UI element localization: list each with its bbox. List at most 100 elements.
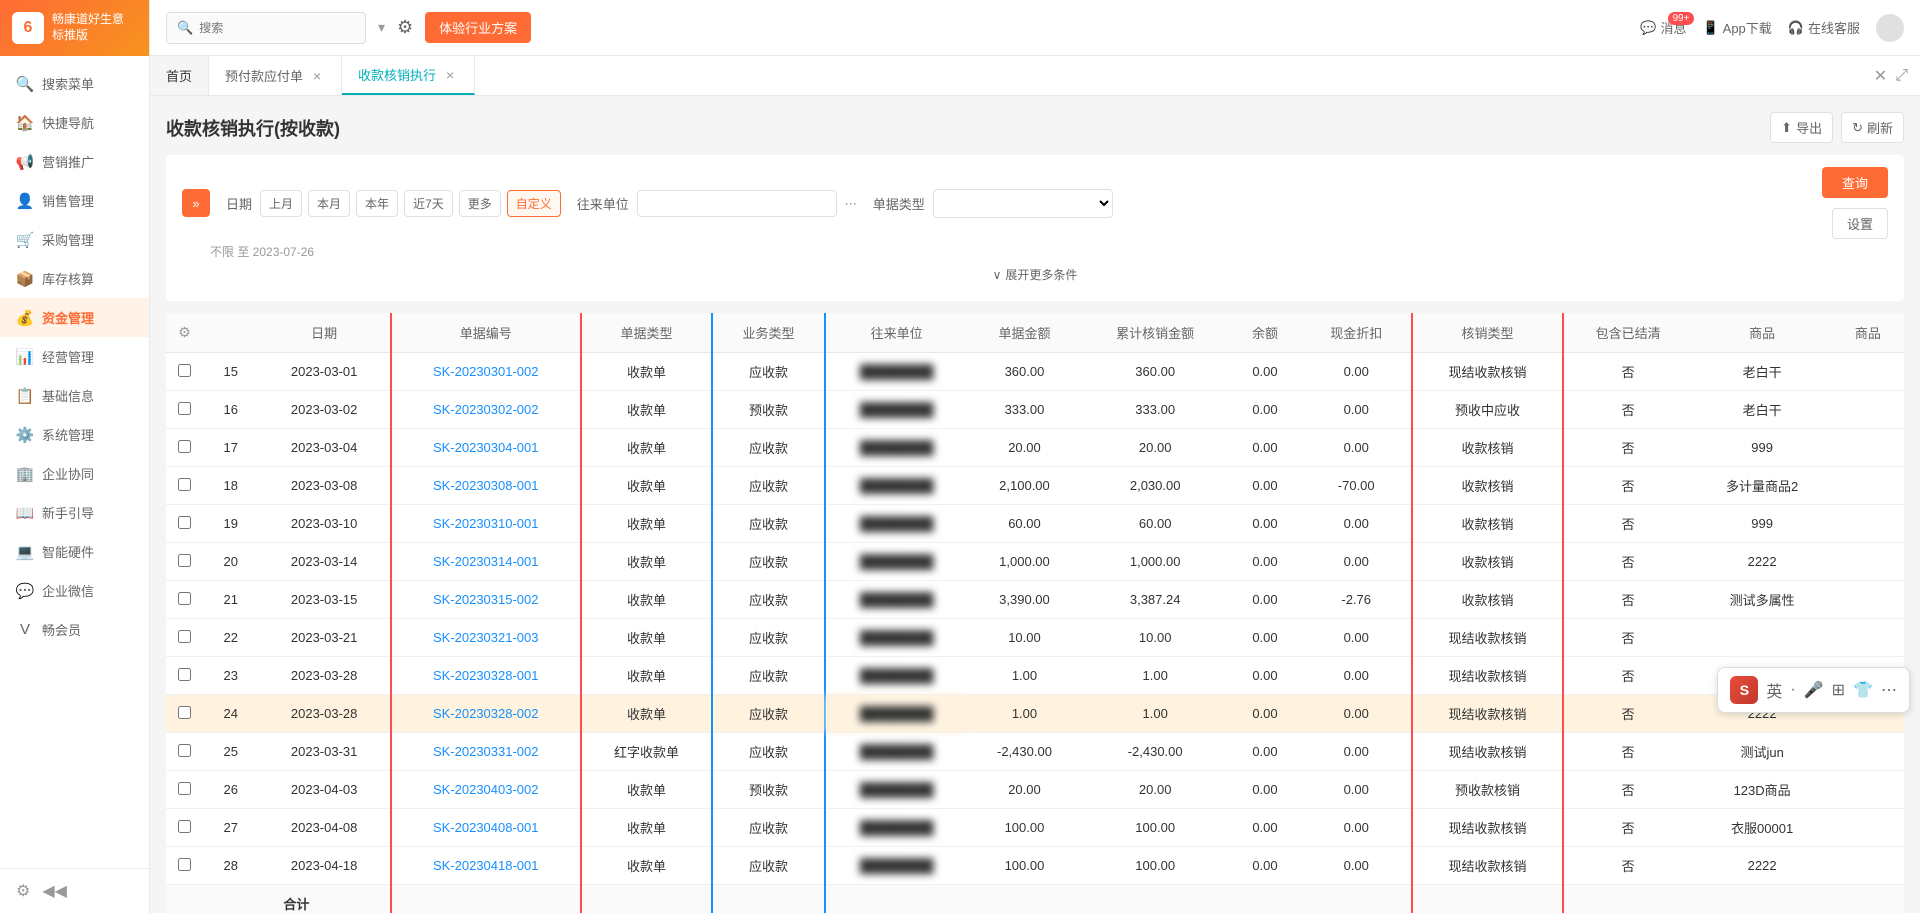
collapse-icon[interactable]: ◀◀ [42,881,67,901]
row-checkbox[interactable] [178,820,191,833]
th-bill-no[interactable]: 单据编号 [391,313,581,353]
tab-collection-close[interactable]: × [442,67,458,83]
bill-no-link[interactable]: SK-20230321-003 [433,630,539,645]
user-avatar[interactable] [1876,14,1904,42]
sidebar-item-quicknav[interactable]: 🏠 快捷导航 [0,103,149,142]
row-checkbox[interactable] [178,858,191,871]
th-settings[interactable]: ⚙ [166,313,203,353]
ime-grid-icon[interactable]: ⊞ [1832,680,1845,700]
search-input[interactable] [199,21,355,35]
sidebar-item-wechat[interactable]: 💬 企业微信 [0,571,149,610]
ime-dot-icon[interactable]: · [1790,681,1795,699]
notice-button[interactable]: 💬 消息 99+ [1640,18,1686,37]
tab-prepay[interactable]: 预付款应付单 × [209,56,342,95]
bill-no-link[interactable]: SK-20230408-001 [433,820,539,835]
tab-prepay-close[interactable]: × [309,68,325,84]
sidebar-item-finance[interactable]: 💰 资金管理 [0,298,149,337]
tab-close-all-icon[interactable]: ✕ [1874,66,1887,86]
row-checkbox[interactable] [178,668,191,681]
cell-checkbox[interactable] [166,733,203,771]
cell-checkbox[interactable] [166,353,203,391]
filter-expand-button[interactable]: » [182,189,210,217]
settings-button[interactable]: 设置 [1832,208,1888,239]
cell-checkbox[interactable] [166,543,203,581]
bill-no-link[interactable]: SK-20230314-001 [433,554,539,569]
cell-checkbox[interactable] [166,619,203,657]
ime-mic-icon[interactable]: 🎤 [1804,680,1824,700]
bill-no-link[interactable]: SK-20230331-002 [433,744,539,759]
settings-bottom-icon[interactable]: ⚙ [16,881,30,901]
th-cumulative-offset[interactable]: 累计核销金额 [1081,313,1228,353]
cell-checkbox[interactable] [166,467,203,505]
sidebar-item-inventory[interactable]: 📦 库存核算 [0,259,149,298]
bill-no-link[interactable]: SK-20230301-002 [433,364,539,379]
row-checkbox[interactable] [178,478,191,491]
row-checkbox[interactable] [178,364,191,377]
th-include-settled[interactable]: 包含已结清 [1563,313,1693,353]
sidebar-item-purchase[interactable]: 🛒 采购管理 [0,220,149,259]
cell-checkbox[interactable] [166,847,203,885]
column-settings-icon[interactable]: ⚙ [178,324,191,340]
th-biz-type[interactable]: 业务类型 [712,313,825,353]
tab-home[interactable]: 首页 [150,56,209,95]
th-product[interactable]: 商品 [1693,313,1832,353]
th-product2[interactable]: 商品 [1832,313,1904,353]
cell-checkbox[interactable] [166,391,203,429]
query-button[interactable]: 查询 [1822,167,1888,198]
bill-no-link[interactable]: SK-20230328-001 [433,668,539,683]
sidebar-item-system[interactable]: ⚙️ 系统管理 [0,415,149,454]
industry-solution-button[interactable]: 体验行业方案 [425,12,531,43]
row-checkbox[interactable] [178,554,191,567]
expand-more-conditions[interactable]: ∨ 展开更多条件 [182,260,1888,289]
filter-more-dots[interactable]: ··· [845,196,857,210]
app-download-button[interactable]: 📱 App下载 [1702,18,1771,37]
th-balance[interactable]: 余额 [1229,313,1301,353]
bill-no-link[interactable]: SK-20230310-001 [433,516,539,531]
filter-date-this-year[interactable]: 本年 [356,190,398,217]
search-chevron-icon[interactable]: ▾ [378,19,385,36]
cell-checkbox[interactable] [166,809,203,847]
bill-no-link[interactable]: SK-20230328-002 [433,706,539,721]
row-checkbox[interactable] [178,782,191,795]
row-checkbox[interactable] [178,706,191,719]
filter-date-last-month[interactable]: 上月 [260,190,302,217]
bill-no-link[interactable]: SK-20230304-001 [433,440,539,455]
bill-no-link[interactable]: SK-20230308-001 [433,478,539,493]
search-box[interactable]: 🔍 [166,12,366,44]
ime-more-icon[interactable]: ⋯ [1881,680,1897,700]
th-bill-type[interactable]: 单据类型 [581,313,712,353]
row-checkbox[interactable] [178,516,191,529]
row-checkbox[interactable] [178,744,191,757]
cell-checkbox[interactable] [166,581,203,619]
sidebar-item-newbie[interactable]: 📖 新手引导 [0,493,149,532]
cell-checkbox[interactable] [166,771,203,809]
bill-no-link[interactable]: SK-20230418-001 [433,858,539,873]
th-cash-discount[interactable]: 现金折扣 [1301,313,1412,353]
th-partner[interactable]: 往来单位 [825,313,968,353]
filter-date-7days[interactable]: 近7天 [404,190,453,217]
sidebar-item-member[interactable]: V 畅会员 [0,610,149,649]
online-service-button[interactable]: 🎧 在线客服 [1788,18,1860,37]
th-offset-type[interactable]: 核销类型 [1412,313,1562,353]
sidebar-item-hardware[interactable]: 💻 智能硬件 [0,532,149,571]
export-button[interactable]: ⬆ 导出 [1770,112,1833,143]
cell-checkbox[interactable] [166,429,203,467]
cell-checkbox[interactable] [166,505,203,543]
row-checkbox[interactable] [178,402,191,415]
bill-no-link[interactable]: SK-20230302-002 [433,402,539,417]
filter-date-more[interactable]: 更多 [459,190,501,217]
cell-checkbox[interactable] [166,657,203,695]
refresh-button[interactable]: ↻ 刷新 [1841,112,1904,143]
filter-partner-input[interactable] [637,190,837,217]
sidebar-item-search[interactable]: 🔍 搜索菜单 [0,64,149,103]
bill-no-link[interactable]: SK-20230403-002 [433,782,539,797]
row-checkbox[interactable] [178,630,191,643]
th-date[interactable]: 日期 [259,313,391,353]
th-bill-amount[interactable]: 单据金额 [967,313,1081,353]
cell-checkbox[interactable] [166,695,203,733]
row-checkbox[interactable] [178,592,191,605]
sidebar-item-basic[interactable]: 📋 基础信息 [0,376,149,415]
filter-date-custom[interactable]: 自定义 [507,190,561,217]
sidebar-item-corp[interactable]: 🏢 企业协同 [0,454,149,493]
row-checkbox[interactable] [178,440,191,453]
